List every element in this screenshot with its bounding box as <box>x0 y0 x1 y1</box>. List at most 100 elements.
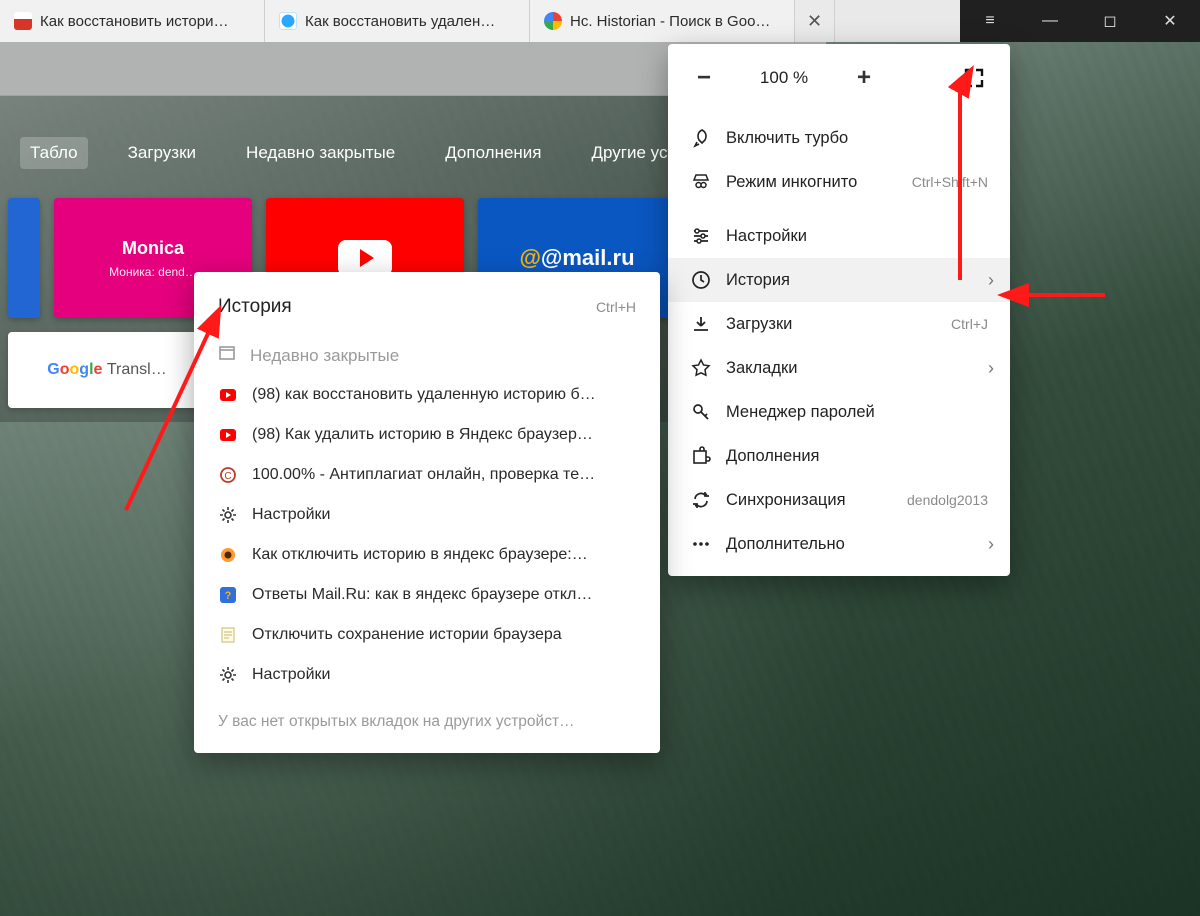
zoom-level: 100 % <box>760 68 808 88</box>
submenu-header[interactable]: История Ctrl+H <box>194 280 660 330</box>
nav-tab-recent[interactable]: Недавно закрытые <box>236 137 405 169</box>
speed-dial-row2: Google Transl… <box>8 332 206 408</box>
menu-label: Загрузки <box>726 315 937 334</box>
youtube-icon <box>218 425 238 445</box>
note-icon <box>218 625 238 645</box>
gear-icon <box>218 665 238 685</box>
key-icon <box>690 401 712 423</box>
history-item-title: (98) Как удалить историю в Яндекс браузе… <box>252 426 636 444</box>
menu-item-history[interactable]: История › <box>668 258 1010 302</box>
zoom-in-button[interactable]: + <box>850 64 878 92</box>
menu-label: Режим инкогнито <box>726 173 898 192</box>
menu-item-sync[interactable]: Синхронизация dendolg2013 <box>668 478 1010 522</box>
window-minimize-button[interactable]: — <box>1020 0 1080 42</box>
tile-partial[interactable] <box>8 198 40 318</box>
tile-title: Monica <box>122 238 184 259</box>
star-icon <box>690 357 712 379</box>
browser-tab-1[interactable]: Как восстановить истори… <box>0 0 265 42</box>
browser-tab-3[interactable]: Hc. Historian - Поиск в Goo… <box>530 0 795 42</box>
hamburger-menu-button[interactable]: ≡ <box>960 0 1020 42</box>
history-item[interactable]: ? Ответы Mail.Ru: как в яндекс браузере о… <box>194 575 660 615</box>
menu-item-more[interactable]: Дополнительно › <box>668 522 1010 566</box>
window-icon <box>218 344 236 367</box>
history-item[interactable]: (98) как восстановить удаленную историю … <box>194 375 660 415</box>
copyright-icon: C <box>218 465 238 485</box>
menu-shortcut: dendolg2013 <box>907 492 988 508</box>
menu-label: Дополнительно <box>726 535 988 554</box>
history-item[interactable]: Настройки <box>194 655 660 695</box>
browser-tabs: Как восстановить истори… Как восстановит… <box>0 0 960 42</box>
menu-item-bookmarks[interactable]: Закладки › <box>668 346 1010 390</box>
history-item-title: Отключить сохранение истории браузера <box>252 626 636 644</box>
menu-label: История <box>726 271 988 290</box>
clock-icon <box>690 269 712 291</box>
window-close-button[interactable]: ✕ <box>1140 0 1200 42</box>
tab-title: Hc. Historian - Поиск в Goo… <box>570 13 770 30</box>
zoom-controls: − 100 % + <box>668 50 1010 106</box>
menu-label: Включить турбо <box>726 129 988 148</box>
history-item-title: (98) как восстановить удаленную историю … <box>252 386 636 404</box>
youtube-icon <box>218 385 238 405</box>
tab-title: Как восстановить истори… <box>40 13 228 30</box>
submenu-shortcut: Ctrl+H <box>596 299 636 315</box>
recently-closed-header: Недавно закрытые <box>194 330 660 375</box>
tab-close-button[interactable]: ✕ <box>795 0 835 42</box>
main-menu: − 100 % + Включить турбо Режим инкогнито… <box>668 44 1010 576</box>
fullscreen-button[interactable] <box>960 64 988 92</box>
menu-shortcut: Ctrl+J <box>951 316 988 332</box>
svg-text:C: C <box>224 471 231 482</box>
window-controls: ≡ — ◻ ✕ <box>960 0 1200 42</box>
history-item-title: Настройки <box>252 666 636 684</box>
close-icon: ✕ <box>1163 11 1176 31</box>
zoom-out-button[interactable]: − <box>690 64 718 92</box>
menu-shortcut: Ctrl+Shift+N <box>912 174 988 190</box>
mailru-icon: ? <box>218 585 238 605</box>
plus-icon: + <box>857 64 871 92</box>
download-icon <box>690 313 712 335</box>
history-item[interactable]: (98) Как удалить историю в Яндекс браузе… <box>194 415 660 455</box>
sliders-icon <box>690 225 712 247</box>
gear-icon <box>218 505 238 525</box>
chevron-right-icon: › <box>988 270 994 291</box>
section-label: Недавно закрытые <box>250 346 399 366</box>
youtube-icon <box>338 240 392 276</box>
menu-item-downloads[interactable]: Загрузки Ctrl+J <box>668 302 1010 346</box>
close-icon: ✕ <box>807 11 822 32</box>
sync-icon <box>690 489 712 511</box>
favicon <box>14 12 32 30</box>
window-maximize-button[interactable]: ◻ <box>1080 0 1140 42</box>
menu-label: Настройки <box>726 227 988 246</box>
svg-text:?: ? <box>225 590 232 602</box>
history-item[interactable]: Как отключить историю в яндекс браузере:… <box>194 535 660 575</box>
minimize-icon: — <box>1042 12 1058 30</box>
history-item[interactable]: C 100.00% - Антиплагиат онлайн, проверка … <box>194 455 660 495</box>
maximize-icon: ◻ <box>1103 11 1116 31</box>
favicon <box>279 12 297 30</box>
dots-icon <box>690 533 712 555</box>
menu-item-incognito[interactable]: Режим инкогнито Ctrl+Shift+N <box>668 160 1010 204</box>
menu-item-addons[interactable]: Дополнения <box>668 434 1010 478</box>
menu-item-passwords[interactable]: Менеджер паролей <box>668 390 1010 434</box>
fullscreen-icon <box>964 68 984 88</box>
menu-label: Менеджер паролей <box>726 403 988 422</box>
menu-label: Дополнения <box>726 447 988 466</box>
minus-icon: − <box>697 64 711 92</box>
history-item-title: 100.00% - Антиплагиат онлайн, проверка т… <box>252 466 636 484</box>
submenu-title: История <box>218 296 292 318</box>
history-item[interactable]: Отключить сохранение истории браузера <box>194 615 660 655</box>
nav-tab-addons[interactable]: Дополнения <box>435 137 551 169</box>
tile-title: Google Transl… <box>47 361 166 379</box>
browser-tab-2[interactable]: Как восстановить удален… <box>265 0 530 42</box>
tile-google-translate[interactable]: Google Transl… <box>8 332 206 408</box>
tab-title: Как восстановить удален… <box>305 13 495 30</box>
chevron-right-icon: › <box>988 358 994 379</box>
menu-item-settings[interactable]: Настройки <box>668 214 1010 258</box>
puzzle-icon <box>690 445 712 467</box>
menu-item-turbo[interactable]: Включить турбо <box>668 116 1010 160</box>
history-item-title: Ответы Mail.Ru: как в яндекс браузере от… <box>252 586 636 604</box>
nav-tab-tablo[interactable]: Табло <box>20 137 88 169</box>
history-item[interactable]: Настройки <box>194 495 660 535</box>
nav-tab-downloads[interactable]: Загрузки <box>118 137 206 169</box>
history-item-title: Как отключить историю в яндекс браузере:… <box>252 546 636 564</box>
menu-icon: ≡ <box>985 12 994 30</box>
